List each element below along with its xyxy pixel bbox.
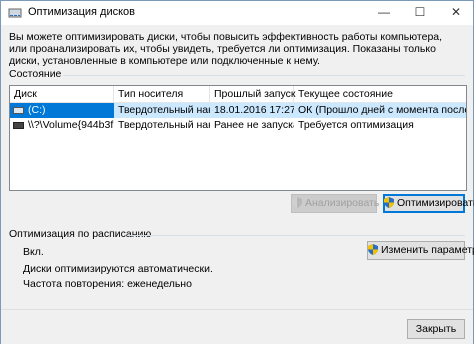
drive-name: \\?\Volume{944b3f... bbox=[28, 119, 114, 131]
minimize-button[interactable]: — bbox=[367, 1, 401, 23]
drive-state: Требуется оптимизация bbox=[298, 119, 414, 131]
drive-icon bbox=[13, 122, 24, 129]
uac-shield-icon bbox=[384, 197, 394, 208]
close-button[interactable]: Закрыть bbox=[407, 319, 465, 339]
title-bar: Оптимизация дисков — ☐ ✕ bbox=[1, 1, 473, 25]
drives-list-header: Диск Тип носителя Прошлый запуск Текущее… bbox=[10, 86, 466, 103]
optimize-label: Оптимизировать bbox=[397, 197, 474, 209]
analyze-label: Анализировать bbox=[305, 197, 380, 209]
drive-media-type: Твердотельный накоп... bbox=[118, 104, 210, 116]
close-window-button[interactable]: ✕ bbox=[439, 1, 473, 23]
dialog-footer: Закрыть bbox=[1, 309, 473, 344]
optimize-button[interactable]: Оптимизировать bbox=[383, 194, 474, 213]
schedule-auto-text: Диски оптимизируются автоматически. bbox=[23, 263, 213, 275]
uac-shield-icon bbox=[368, 244, 378, 255]
change-settings-button[interactable]: Изменить параметры bbox=[367, 241, 474, 260]
drive-last-run: Ранее не запуска... bbox=[214, 119, 294, 131]
close-button-label: Закрыть bbox=[415, 322, 457, 335]
maximize-button[interactable]: ☐ bbox=[403, 1, 437, 23]
drive-row-c[interactable]: (C:) Твердотельный накоп... 18.01.2016 1… bbox=[10, 103, 466, 118]
column-header-last-run[interactable]: Прошлый запуск bbox=[210, 86, 295, 102]
drive-cell-disk: \\?\Volume{944b3f... bbox=[10, 118, 114, 133]
schedule-group-label: Оптимизация по расписанию bbox=[9, 228, 152, 240]
status-group-label: Состояние bbox=[9, 68, 62, 80]
defrag-app-icon bbox=[8, 8, 22, 18]
column-header-media-type[interactable]: Тип носителя bbox=[114, 86, 210, 102]
maximize-icon: ☐ bbox=[414, 5, 426, 19]
column-header-disk[interactable]: Диск bbox=[10, 86, 114, 102]
close-icon: ✕ bbox=[450, 5, 462, 19]
optimize-drives-window: Оптимизация дисков — ☐ ✕ Вы можете оптим… bbox=[0, 0, 474, 344]
minimize-icon: — bbox=[378, 5, 390, 19]
schedule-status: Вкл. bbox=[23, 246, 44, 258]
drives-list[interactable]: Диск Тип носителя Прошлый запуск Текущее… bbox=[9, 85, 467, 191]
drive-media-type: Твердотельный накоп... bbox=[118, 119, 210, 131]
schedule-frequency: Частота повторения: еженедельно bbox=[23, 278, 192, 290]
drive-name: (C:) bbox=[28, 104, 46, 116]
drive-icon bbox=[13, 107, 24, 114]
status-group-divider bbox=[63, 75, 465, 76]
description-text: Вы можете оптимизировать диски, чтобы по… bbox=[9, 31, 443, 67]
drive-cell-disk: (C:) bbox=[10, 103, 114, 118]
schedule-group-divider bbox=[127, 235, 465, 236]
uac-shield-icon bbox=[292, 197, 302, 208]
drive-last-run: 18.01.2016 17:27 bbox=[214, 104, 294, 116]
window-title: Оптимизация дисков bbox=[28, 6, 135, 18]
drive-state: ОК (Прошло дней с момента последне... bbox=[298, 104, 466, 116]
change-settings-label: Изменить параметры bbox=[381, 244, 474, 256]
drive-row-volume[interactable]: \\?\Volume{944b3f... Твердотельный накоп… bbox=[10, 118, 466, 133]
analyze-button[interactable]: Анализировать bbox=[291, 194, 380, 213]
column-header-current-state[interactable]: Текущее состояние bbox=[294, 86, 466, 102]
